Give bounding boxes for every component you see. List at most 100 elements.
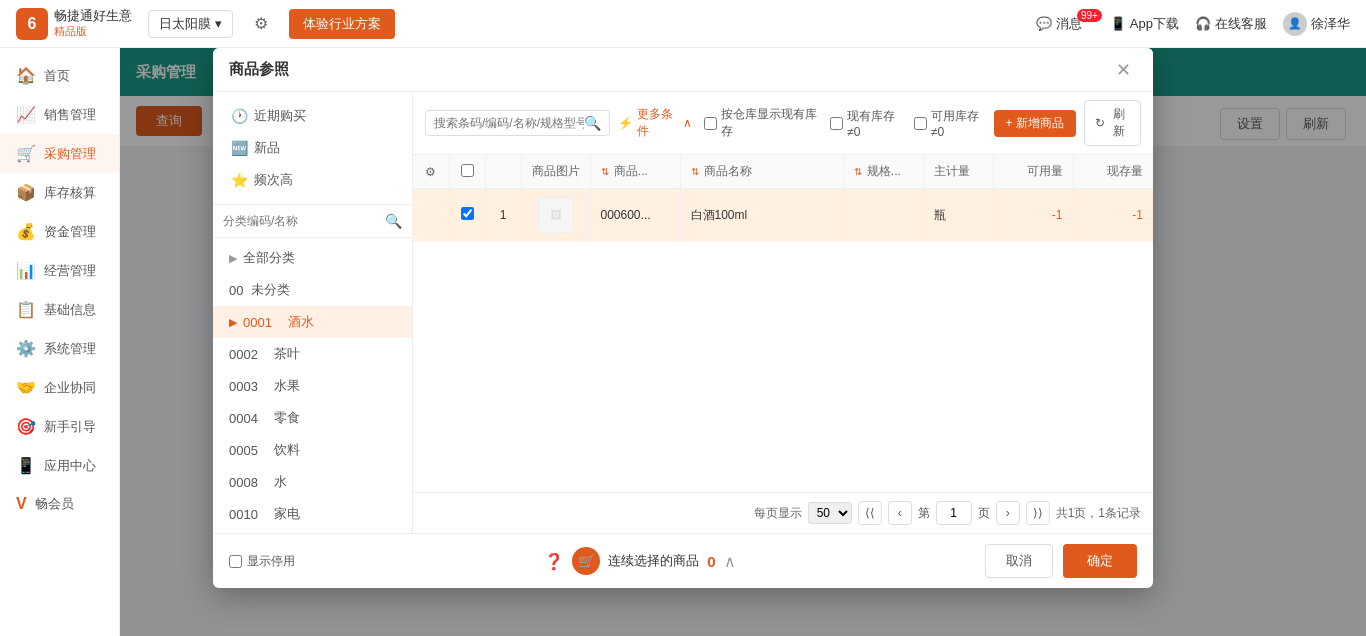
new-product-button[interactable]: + 新增商品 — [994, 110, 1076, 137]
row-spec — [843, 189, 923, 242]
sidebar-item-guide[interactable]: 🎯 新手引导 — [0, 407, 119, 446]
search-bar: 🔍 ⚡ 更多条件 ∧ 按仓库显示现 — [413, 92, 1153, 155]
filter-button[interactable]: ⚡ 更多条件 ∧ — [618, 106, 692, 140]
logo-sub: 精品版 — [54, 24, 132, 39]
search-input-wrap: 🔍 — [425, 110, 610, 136]
row-code: 000600... — [590, 189, 680, 242]
cb-warehouse[interactable]: 按仓库显示现有库存 — [704, 106, 818, 140]
column-settings-icon[interactable]: ⚙ — [425, 165, 436, 179]
sidebar-item-home[interactable]: 🏠 首页 — [0, 56, 119, 95]
page-suffix: 页 — [978, 505, 990, 522]
product-table: ⚙ 商品图片 — [413, 155, 1153, 242]
vip-icon: V — [16, 495, 27, 513]
row-settings — [413, 189, 449, 242]
nav-dropdown[interactable]: 日太阳膜 ▾ — [148, 10, 233, 38]
row-stock: -1 — [1073, 189, 1153, 242]
cat-0002[interactable]: 0002 茶叶 — [213, 338, 412, 370]
collapse-panel-button[interactable]: ‹ — [412, 289, 413, 337]
th-stock: 现存量 — [1073, 155, 1153, 189]
tab-new[interactable]: 🆕 新品 — [221, 132, 404, 164]
th-spec[interactable]: ⇅ 规格... — [843, 155, 923, 189]
online-service-item[interactable]: 🎧 在线客服 — [1195, 15, 1267, 33]
product-table-wrap: ⚙ 商品图片 — [413, 155, 1153, 492]
th-settings[interactable]: ⚙ — [413, 155, 449, 189]
cat-0004[interactable]: 0004 零食 — [213, 402, 412, 434]
sidebar-item-purchase[interactable]: 🛒 采购管理 — [0, 134, 119, 173]
collapse-footer-icon[interactable]: ∧ — [724, 552, 736, 571]
cat-all[interactable]: ▶ 全部分类 — [213, 242, 412, 274]
sidebar-item-apps[interactable]: 📱 应用中心 — [0, 446, 119, 485]
cart-icon: 🛒 — [572, 547, 600, 575]
sales-icon: 📈 — [16, 105, 36, 124]
operations-icon: 📊 — [16, 261, 36, 280]
first-page-button[interactable]: ⟨⟨ — [858, 501, 882, 525]
modal-close-button[interactable]: ✕ — [1109, 56, 1137, 84]
guide-icon: 🎯 — [16, 417, 36, 436]
th-image: 商品图片 — [521, 155, 590, 189]
product-search-icon[interactable]: 🔍 — [584, 115, 601, 131]
page-label-text: 第 — [918, 505, 930, 522]
sidebar-item-operations[interactable]: 📊 经营管理 — [0, 251, 119, 290]
user-avatar[interactable]: 👤 徐泽华 — [1283, 12, 1350, 36]
sidebar-item-sales[interactable]: 📈 销售管理 — [0, 95, 119, 134]
messages-item[interactable]: 💬 消息 99+ — [1036, 15, 1094, 33]
th-name[interactable]: ⇅ 商品名称 — [680, 155, 843, 189]
help-icon[interactable]: ❓ — [544, 552, 564, 571]
footer-left: 显示停用 — [229, 553, 295, 570]
arrow-icon: ▶ — [229, 316, 237, 329]
th-unit: 主计量 — [923, 155, 993, 189]
category-search-icon[interactable]: 🔍 — [385, 213, 402, 229]
cancel-button[interactable]: 取消 — [985, 544, 1053, 578]
cat-0010[interactable]: 0010 家电 — [213, 498, 412, 530]
cat-unclassified[interactable]: 00 未分类 — [213, 274, 412, 306]
phone-icon: 📱 — [1110, 16, 1126, 31]
page-number-input[interactable] — [936, 501, 972, 525]
username: 徐泽华 — [1311, 15, 1350, 33]
trial-button[interactable]: 体验行业方案 — [289, 9, 395, 39]
prev-page-button[interactable]: ‹ — [888, 501, 912, 525]
image-placeholder-icon: 🖼 — [550, 208, 562, 222]
category-list: ▶ 全部分类 00 未分类 ▶ 0001 — [213, 238, 412, 533]
row-name: 白酒100ml — [680, 189, 843, 242]
last-page-button[interactable]: ⟩⟩ — [1026, 501, 1050, 525]
cb-avail-ne0[interactable]: 可用库存≠0 — [914, 108, 986, 139]
settings-icon[interactable]: ⚙ — [245, 8, 277, 40]
row-unit: 瓶 — [923, 189, 993, 242]
app-download-item[interactable]: 📱 App下载 — [1110, 15, 1179, 33]
product-search-input[interactable] — [434, 116, 584, 130]
table-header-row: ⚙ 商品图片 — [413, 155, 1153, 189]
sidebar-item-base-info[interactable]: 📋 基础信息 — [0, 290, 119, 329]
cat-0001[interactable]: ▶ 0001 酒水 — [213, 306, 412, 338]
show-disabled-checkbox[interactable]: 显示停用 — [229, 553, 295, 570]
cb-stock-ne0[interactable]: 现有库存≠0 — [830, 108, 902, 139]
logo-icon: 6 — [16, 8, 48, 40]
select-all-checkbox[interactable] — [461, 164, 474, 177]
next-page-button[interactable]: › — [996, 501, 1020, 525]
sidebar-item-system[interactable]: ⚙️ 系统管理 — [0, 329, 119, 368]
row-checkbox[interactable] — [449, 189, 485, 242]
cat-0005[interactable]: 0005 饮料 — [213, 434, 412, 466]
filter-icon: ⚡ — [618, 116, 633, 130]
refresh-button[interactable]: ↻ 刷新 — [1084, 100, 1141, 146]
cat-0008[interactable]: 0008 水 — [213, 466, 412, 498]
tab-frequent[interactable]: ⭐ 频次高 — [221, 164, 404, 196]
table-row[interactable]: 1 🖼 000600... — [413, 189, 1153, 242]
per-page-select[interactable]: 50 — [808, 502, 852, 524]
footer-center: ❓ 🛒 连续选择的商品 0 ∧ — [544, 547, 735, 575]
tab-recent[interactable]: 🕐 近期购买 — [221, 100, 404, 132]
modal-footer: 显示停用 ❓ 🛒 连续选择的商品 0 ∧ 取消 确定 — [213, 533, 1153, 588]
sidebar-item-finance[interactable]: 💰 资金管理 — [0, 212, 119, 251]
confirm-button[interactable]: 确定 — [1063, 544, 1137, 578]
expand-all-icon: ▶ — [229, 252, 237, 265]
right-panel: 🔍 ⚡ 更多条件 ∧ 按仓库显示现 — [413, 92, 1153, 533]
star-icon: ⭐ — [231, 172, 248, 188]
category-search-input[interactable] — [223, 214, 379, 228]
sidebar-item-vip[interactable]: V 畅会员 — [0, 485, 119, 523]
cat-0003[interactable]: 0003 水果 — [213, 370, 412, 402]
th-checkbox[interactable] — [449, 155, 485, 189]
sidebar-item-inventory[interactable]: 📦 库存核算 — [0, 173, 119, 212]
home-icon: 🏠 — [16, 66, 36, 85]
th-code[interactable]: ⇅ 商品... — [590, 155, 680, 189]
quick-tabs: 🕐 近期购买 🆕 新品 ⭐ 频次高 — [213, 92, 412, 205]
sidebar-item-collab[interactable]: 🤝 企业协同 — [0, 368, 119, 407]
